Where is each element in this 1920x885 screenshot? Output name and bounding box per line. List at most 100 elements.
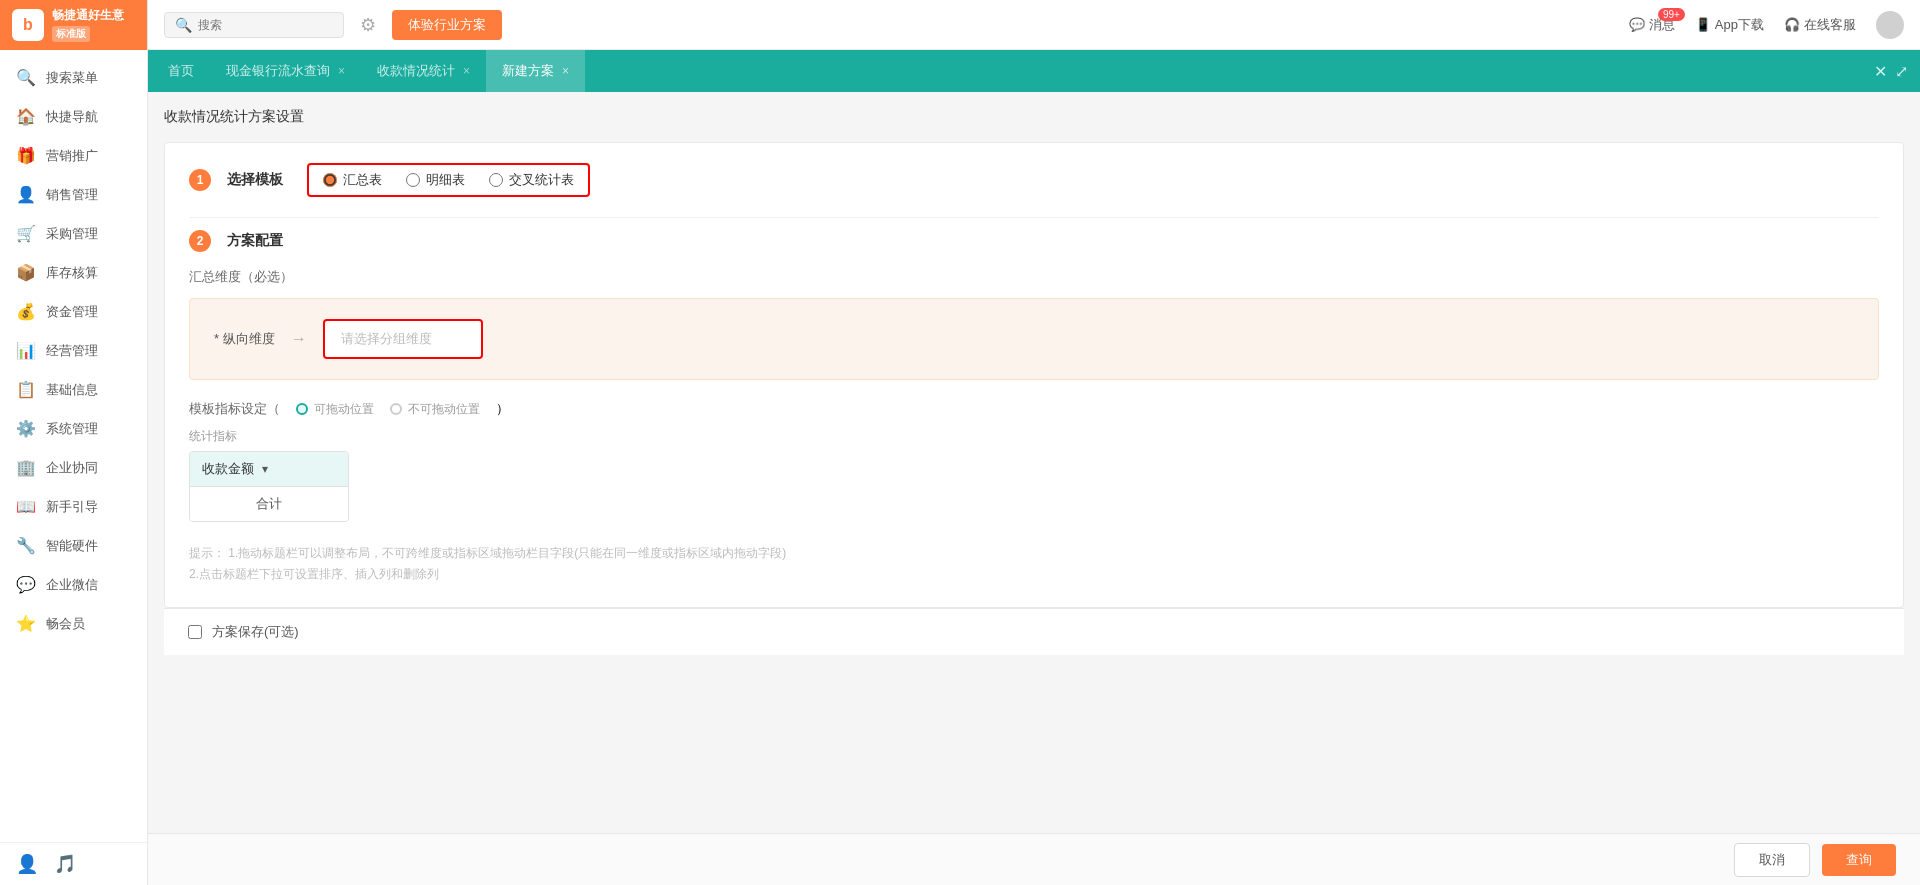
gear-icon: ⚙️ — [16, 419, 36, 438]
message-button[interactable]: 💬 消息 99+ — [1629, 16, 1675, 34]
cart-icon: 🛒 — [16, 224, 36, 243]
sidebar-nav: 🔍 搜索菜单 🏠 快捷导航 🎁 营销推广 👤 销售管理 🛒 采购管理 📦 库存核… — [0, 50, 147, 842]
radio-detail-input[interactable] — [406, 173, 420, 187]
divider1 — [189, 217, 1879, 218]
dimension-input[interactable]: 请选择分组维度 — [323, 319, 483, 359]
sidebar-item-guide[interactable]: 📖 新手引导 — [0, 487, 147, 526]
sidebar-item-label: 经营管理 — [46, 342, 98, 360]
tab-new-plan-close[interactable]: × — [562, 64, 569, 78]
close-all-tabs-icon[interactable]: ✕ — [1874, 62, 1887, 81]
sidebar-item-quick-nav[interactable]: 🏠 快捷导航 — [0, 97, 147, 136]
tab-bank-flow[interactable]: 现金银行流水查询 × — [210, 50, 361, 92]
sidebar-item-label: 库存核算 — [46, 264, 98, 282]
sidebar-item-label: 企业微信 — [46, 576, 98, 594]
tab-home-label: 首页 — [168, 62, 194, 80]
sidebar-item-hardware[interactable]: 🔧 智能硬件 — [0, 526, 147, 565]
step2-label: 方案配置 — [227, 232, 283, 250]
sidebar-item-label: 销售管理 — [46, 186, 98, 204]
sidebar-item-sales[interactable]: 👤 销售管理 — [0, 175, 147, 214]
drag-dot-active — [296, 403, 308, 415]
step1-label: 选择模板 — [227, 171, 283, 189]
sidebar-item-label: 智能硬件 — [46, 537, 98, 555]
tips-section: 提示： 1.拖动标题栏可以调整布局，不可跨维度或指标区域拖动栏目字段(只能在同一… — [189, 545, 1879, 583]
star-icon: ⭐ — [16, 614, 36, 633]
tab-bank-flow-label: 现金银行流水查询 — [226, 62, 330, 80]
drag-fixed-label: 不可拖动位置 — [408, 401, 480, 418]
search-input[interactable] — [198, 18, 328, 32]
sidebar-item-marketing[interactable]: 🎁 营销推广 — [0, 136, 147, 175]
sidebar-item-wechat[interactable]: 💬 企业微信 — [0, 565, 147, 604]
dimension-row: * 纵向维度 → 请选择分组维度 — [214, 319, 1854, 359]
tab-new-plan[interactable]: 新建方案 × — [486, 50, 585, 92]
tab-bank-flow-close[interactable]: × — [338, 64, 345, 78]
metrics-table-cell: 合计 — [190, 487, 348, 521]
cancel-button[interactable]: 取消 — [1734, 843, 1810, 877]
tabbar: 首页 现金银行流水查询 × 收款情况统计 × 新建方案 × ✕ ⤢ — [148, 50, 1920, 92]
radio-summary[interactable]: 汇总表 — [323, 171, 382, 189]
sidebar-item-system[interactable]: ⚙️ 系统管理 — [0, 409, 147, 448]
drag-fixed-indicator: 不可拖动位置 — [390, 401, 480, 418]
sidebar-item-label: 畅会员 — [46, 615, 85, 633]
save-checkbox[interactable] — [188, 625, 202, 639]
step2-badge: 2 — [189, 230, 211, 252]
sidebar-item-purchase[interactable]: 🛒 采购管理 — [0, 214, 147, 253]
sidebar-item-label: 营销推广 — [46, 147, 98, 165]
radio-summary-label: 汇总表 — [343, 171, 382, 189]
section-card: 1 选择模板 汇总表 明细表 交叉统计表 — [164, 142, 1904, 608]
maximize-icon[interactable]: ⤢ — [1895, 62, 1908, 81]
save-row: 方案保存(可选) — [164, 608, 1904, 655]
edition-badge: 标准版 — [52, 26, 90, 42]
tab-collection-stats-close[interactable]: × — [463, 64, 470, 78]
tab-home[interactable]: 首页 — [152, 50, 210, 92]
sidebar-logo: b 畅捷通好生意 标准版 — [0, 0, 147, 50]
metrics-table-header-text: 收款金额 — [202, 460, 254, 478]
industry-plan-button[interactable]: 体验行业方案 — [392, 10, 502, 40]
metrics-section-title: 模板指标设定（ — [189, 400, 280, 418]
sidebar-item-member[interactable]: ⭐ 畅会员 — [0, 604, 147, 643]
drag-movable-indicator: 可拖动位置 — [296, 401, 374, 418]
sidebar-item-capital[interactable]: 💰 资金管理 — [0, 292, 147, 331]
sidebar-item-label: 采购管理 — [46, 225, 98, 243]
sidebar-bottom: 👤 🎵 — [0, 842, 147, 885]
service-button[interactable]: 🎧 在线客服 — [1784, 16, 1856, 34]
radio-cross-label: 交叉统计表 — [509, 171, 574, 189]
sidebar-item-enterprise[interactable]: 🏢 企业协同 — [0, 448, 147, 487]
metrics-table-header[interactable]: 收款金额 ▾ — [190, 452, 348, 487]
radio-detail[interactable]: 明细表 — [406, 171, 465, 189]
sidebar-item-basic[interactable]: 📋 基础信息 — [0, 370, 147, 409]
download-button[interactable]: 📱 App下载 — [1695, 16, 1764, 34]
message-icon: 💬 — [1629, 17, 1645, 32]
footer-bar: 取消 查询 — [148, 833, 1920, 885]
stat-label: 统计指标 — [189, 428, 1879, 445]
close-paren: ） — [496, 400, 509, 418]
topbar-search-box[interactable]: 🔍 — [164, 12, 344, 38]
sidebar-item-label: 系统管理 — [46, 420, 98, 438]
radio-cross[interactable]: 交叉统计表 — [489, 171, 574, 189]
sidebar-item-search[interactable]: 🔍 搜索菜单 — [0, 58, 147, 97]
query-button[interactable]: 查询 — [1822, 844, 1896, 876]
main: 🔍 ⚙ 体验行业方案 💬 消息 99+ 📱 App下载 🎧 在线客服 首页 — [148, 0, 1920, 885]
radio-summary-input[interactable] — [323, 173, 337, 187]
chart-icon: 📊 — [16, 341, 36, 360]
topbar-right: 💬 消息 99+ 📱 App下载 🎧 在线客服 — [1629, 11, 1904, 39]
user-avatar[interactable] — [1876, 11, 1904, 39]
page: 收款情况统计方案设置 1 选择模板 汇总表 明细表 — [148, 92, 1920, 671]
money-icon: 💰 — [16, 302, 36, 321]
metrics-dropdown-icon[interactable]: ▾ — [262, 462, 268, 476]
settings-icon[interactable]: ⚙ — [360, 14, 376, 36]
sidebar-item-label: 搜索菜单 — [46, 69, 98, 87]
chat-icon: 💬 — [16, 575, 36, 594]
user-bottom-icon[interactable]: 👤 — [16, 853, 38, 875]
gift-icon: 🎁 — [16, 146, 36, 165]
sidebar-item-operation[interactable]: 📊 经营管理 — [0, 331, 147, 370]
step1-row: 1 选择模板 汇总表 明细表 交叉统计表 — [189, 163, 1879, 197]
music-bottom-icon[interactable]: 🎵 — [54, 853, 76, 875]
content-area: 收款情况统计方案设置 1 选择模板 汇总表 明细表 — [148, 92, 1920, 833]
book-icon: 📖 — [16, 497, 36, 516]
radio-cross-input[interactable] — [489, 173, 503, 187]
tip-line-1: 提示： 1.拖动标题栏可以调整布局，不可跨维度或指标区域拖动栏目字段(只能在同一… — [189, 545, 1879, 562]
download-label: App下载 — [1715, 16, 1764, 34]
sidebar-item-inventory[interactable]: 📦 库存核算 — [0, 253, 147, 292]
sidebar-item-label: 资金管理 — [46, 303, 98, 321]
tab-collection-stats[interactable]: 收款情况统计 × — [361, 50, 486, 92]
